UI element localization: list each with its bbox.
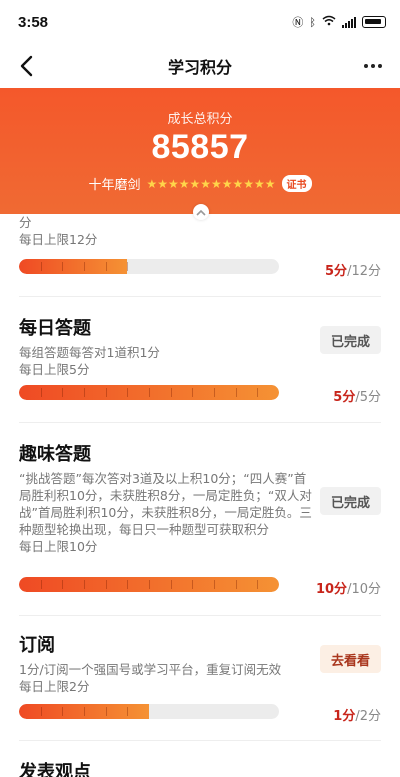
progress-tick (127, 262, 128, 271)
progress-tick (62, 388, 63, 397)
chevron-left-icon (20, 55, 33, 77)
progress-tick (236, 580, 237, 589)
progress-tick (62, 580, 63, 589)
progress-tick (106, 262, 107, 271)
item-limit: 每日上限2分 (19, 679, 90, 694)
progress-tick (84, 707, 85, 716)
nav-bar: 学习积分 (0, 44, 400, 88)
progress-bar (19, 577, 279, 592)
divider (19, 615, 381, 616)
progress-tick (127, 388, 128, 397)
progress-tick (192, 580, 193, 589)
more-dots-icon (364, 64, 368, 68)
progress-tick (214, 388, 215, 397)
progress-tick (41, 707, 42, 716)
item-limit: 每日上限10分 (19, 539, 98, 554)
progress-tick (214, 580, 215, 589)
status-icons: Ⓝ ᛒ (292, 14, 386, 30)
list-item: 订阅 1分/订阅一个强国号或学习平台，重复订阅无效 每日上限2分 去看看 1分/… (19, 631, 381, 724)
status-time: 3:58 (18, 13, 49, 31)
progress-tick (84, 262, 85, 271)
signal-icon (342, 16, 356, 28)
progress-bar (19, 704, 279, 719)
divider (19, 422, 381, 423)
page-title: 学习积分 (167, 58, 232, 77)
progress-tick (257, 388, 258, 397)
status-bar: 3:58 Ⓝ ᛒ (0, 0, 400, 44)
progress-fill (19, 259, 128, 274)
battery-icon (362, 16, 386, 28)
list-item: 每日答题 每组答题每答对1道积1分 每日上限5分 已完成 5分/5分 (19, 314, 381, 405)
total-score-value: 85857 (151, 128, 249, 166)
progress-tick (127, 707, 128, 716)
bluetooth-icon: ᛒ (309, 15, 316, 29)
item-score: 5分/5分 (333, 390, 381, 405)
progress-tick (257, 580, 258, 589)
progress-tick (106, 388, 107, 397)
progress-bar (19, 385, 279, 400)
total-score-label: 成长总积分 (167, 112, 233, 127)
divider (19, 740, 381, 741)
progress-tick (41, 388, 42, 397)
progress-tick (149, 580, 150, 589)
item-title: 趣味答题 (19, 444, 91, 465)
item-description: 每组答题每答对1道积1分 (19, 345, 160, 360)
star-rating-icon: ★★★★★★★★★★★★ (146, 176, 276, 191)
completed-badge: 已完成 (320, 326, 381, 354)
progress-tick (41, 580, 42, 589)
progress-bar (19, 259, 279, 274)
item-description: 分 (19, 215, 32, 230)
progress-tick (171, 580, 172, 589)
completed-badge: 已完成 (320, 487, 381, 515)
score-task-list: 分 每日上限12分 5分/12分 每日答题 每组答题每答对1道积1分 每日上限5… (0, 214, 400, 777)
rank-row: 十年磨剑 ★★★★★★★★★★★★ 证书 (0, 174, 400, 193)
more-button[interactable] (360, 54, 386, 78)
item-score: 5分/12分 (325, 264, 381, 279)
progress-tick (171, 388, 172, 397)
progress-tick (149, 388, 150, 397)
wifi-icon (322, 15, 336, 29)
progress-tick (106, 580, 107, 589)
progress-tick (192, 388, 193, 397)
item-limit: 每日上限12分 (19, 232, 98, 247)
back-button[interactable] (12, 52, 40, 80)
rank-title: 十年磨剑 (88, 178, 141, 193)
progress-tick (62, 707, 63, 716)
item-score: 1分/2分 (333, 709, 381, 724)
list-item: 发表观点 (19, 758, 381, 777)
item-description: “挑战答题”每次答对3道及以上积10分；“四人赛”首局胜利积10分，未获胜积8分… (19, 471, 312, 537)
item-limit: 每日上限5分 (19, 362, 90, 377)
progress-tick (106, 707, 107, 716)
certificate-button[interactable]: 证书 (281, 175, 312, 192)
list-item: 分 每日上限12分 5分/12分 (19, 214, 381, 279)
total-score-header: 成长总积分 85857 十年磨剑 ★★★★★★★★★★★★ 证书 (0, 88, 400, 220)
progress-tick (41, 262, 42, 271)
go-view-button[interactable]: 去看看 (320, 645, 381, 673)
progress-tick (84, 388, 85, 397)
nfc-icon: Ⓝ (292, 16, 304, 29)
divider (19, 296, 381, 297)
progress-tick (84, 580, 85, 589)
list-item: 趣味答题 “挑战答题”每次答对3道及以上积10分；“四人赛”首局胜利积10分，未… (19, 440, 381, 597)
progress-tick (127, 580, 128, 589)
item-description: 1分/订阅一个强国号或学习平台，重复订阅无效 (19, 662, 282, 677)
progress-tick (236, 388, 237, 397)
progress-tick (62, 262, 63, 271)
item-score: 10分/10分 (315, 582, 381, 597)
item-title: 发表观点 (19, 762, 91, 777)
